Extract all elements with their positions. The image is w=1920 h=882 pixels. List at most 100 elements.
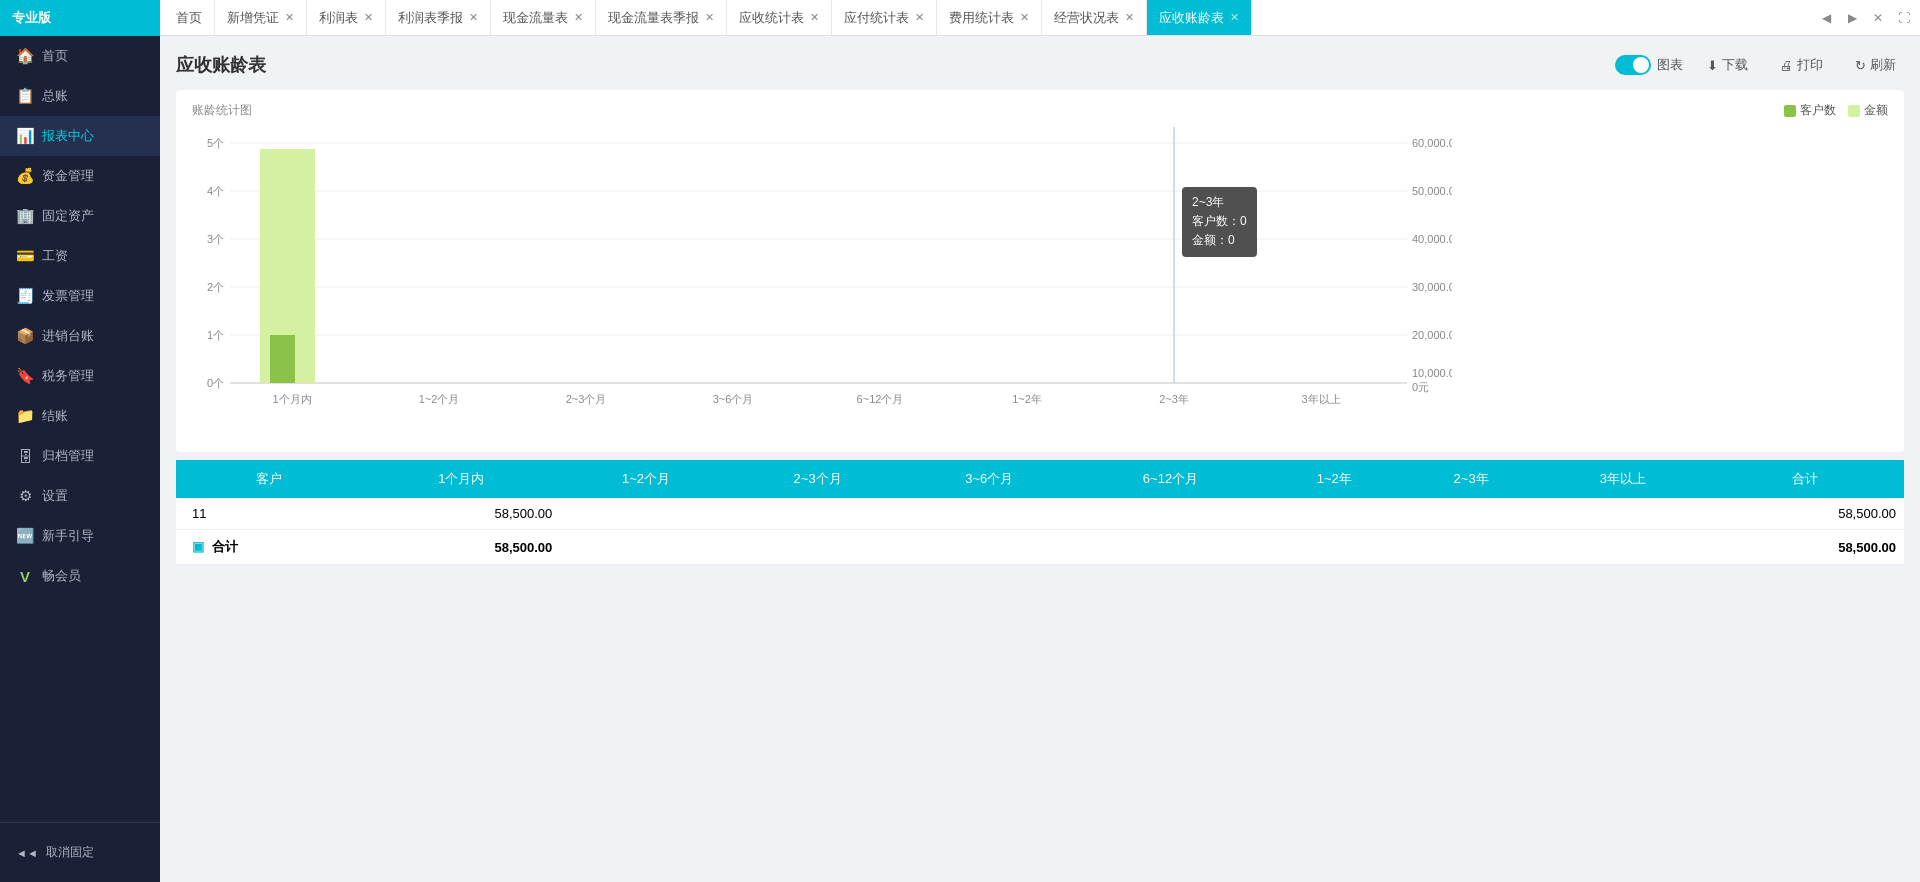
sidebar-item-closing[interactable]: 📁 结账 bbox=[0, 396, 160, 436]
tab-aging[interactable]: 应收账龄表 ✕ bbox=[1147, 0, 1252, 36]
tab-receivable-close[interactable]: ✕ bbox=[810, 11, 819, 24]
sidebar-item-fund[interactable]: 💰 资金管理 bbox=[0, 156, 160, 196]
row-total: 58,500.00 bbox=[1706, 498, 1904, 530]
page-content: 应收账龄表 图表 ⬇ 下载 🖨 打印 ↻ 刷新 bbox=[160, 36, 1920, 882]
print-label: 打印 bbox=[1797, 56, 1823, 74]
home-icon: 🏠 bbox=[16, 47, 34, 65]
print-button[interactable]: 🖨 打印 bbox=[1772, 52, 1831, 78]
sidebar-item-assets[interactable]: 🏢 固定资产 bbox=[0, 196, 160, 236]
tab-profit[interactable]: 利润表 ✕ bbox=[307, 0, 386, 36]
sidebar-item-member[interactable]: V 畅会员 bbox=[0, 556, 160, 596]
sidebar: 专业版 🏠 首页 📋 总账 📊 报表中心 💰 资金管理 🏢 固定资产 💳 工资 … bbox=[0, 0, 160, 882]
tab-prev-button[interactable]: ◀ bbox=[1814, 6, 1838, 30]
sidebar-label-archive: 归档管理 bbox=[42, 447, 94, 465]
col-customer: 客户 bbox=[176, 460, 362, 498]
sidebar-label-purchase: 进销台账 bbox=[42, 327, 94, 345]
refresh-button[interactable]: ↻ 刷新 bbox=[1847, 52, 1904, 78]
total-m612 bbox=[1075, 530, 1266, 565]
svg-text:4个: 4个 bbox=[207, 185, 224, 197]
member-icon: V bbox=[16, 568, 34, 585]
archive-icon: 🗄 bbox=[16, 448, 34, 465]
col-y12: 1~2年 bbox=[1266, 460, 1403, 498]
print-icon: 🖨 bbox=[1780, 58, 1793, 73]
tab-profitquarter-close[interactable]: ✕ bbox=[469, 11, 478, 24]
tab-profitquarter[interactable]: 利润表季报 ✕ bbox=[386, 0, 491, 36]
tab-newvoucher-label: 新增凭证 bbox=[227, 9, 279, 27]
guide-icon: 🆕 bbox=[16, 527, 34, 545]
tab-cashflowquarter-close[interactable]: ✕ bbox=[705, 11, 714, 24]
table-row: 11 58,500.00 58,500.00 bbox=[176, 498, 1904, 530]
sidebar-label-settings: 设置 bbox=[42, 487, 68, 505]
sidebar-item-invoice[interactable]: 🧾 发票管理 bbox=[0, 276, 160, 316]
row-y23 bbox=[1403, 498, 1540, 530]
tab-newvoucher-close[interactable]: ✕ bbox=[285, 11, 294, 24]
sidebar-item-guide[interactable]: 🆕 新手引导 bbox=[0, 516, 160, 556]
tab-receivable-label: 应收统计表 bbox=[739, 9, 804, 27]
tab-expense[interactable]: 费用统计表 ✕ bbox=[937, 0, 1042, 36]
sidebar-label-home: 首页 bbox=[42, 47, 68, 65]
total-label: ▣ 合计 bbox=[176, 530, 362, 565]
tab-cashflow-close[interactable]: ✕ bbox=[574, 11, 583, 24]
svg-text:1个月内: 1个月内 bbox=[272, 393, 311, 405]
data-table: 客户 1个月内 1~2个月 2~3个月 3~6个月 6~12个月 1~2年 2~… bbox=[176, 460, 1904, 565]
legend-customer: 客户数 bbox=[1784, 102, 1836, 119]
salary-icon: 💳 bbox=[16, 247, 34, 265]
tab-operation[interactable]: 经营状况表 ✕ bbox=[1042, 0, 1147, 36]
sidebar-item-salary[interactable]: 💳 工资 bbox=[0, 236, 160, 276]
legend-customer-label: 客户数 bbox=[1800, 102, 1836, 119]
tab-close-all-button[interactable]: ✕ bbox=[1866, 6, 1890, 30]
svg-text:5个: 5个 bbox=[207, 137, 224, 149]
svg-text:0个: 0个 bbox=[207, 377, 224, 389]
page-header: 应收账龄表 图表 ⬇ 下载 🖨 打印 ↻ 刷新 bbox=[176, 52, 1904, 78]
svg-text:1~2个月: 1~2个月 bbox=[419, 393, 460, 405]
table-total-row: ▣ 合计 58,500.00 58,500.00 bbox=[176, 530, 1904, 565]
tab-payable[interactable]: 应付统计表 ✕ bbox=[832, 0, 937, 36]
tab-maximize-button[interactable]: ⛶ bbox=[1892, 6, 1916, 30]
svg-text:1~2年: 1~2年 bbox=[1012, 393, 1042, 405]
tab-profit-close[interactable]: ✕ bbox=[364, 11, 373, 24]
sidebar-item-report[interactable]: 📊 报表中心 bbox=[0, 116, 160, 156]
sidebar-item-settings[interactable]: ⚙ 设置 bbox=[0, 476, 160, 516]
download-button[interactable]: ⬇ 下载 bbox=[1699, 52, 1756, 78]
bar-customer-0 bbox=[270, 335, 295, 383]
tab-payable-close[interactable]: ✕ bbox=[915, 11, 924, 24]
sidebar-label-salary: 工资 bbox=[42, 247, 68, 265]
tab-next-button[interactable]: ▶ bbox=[1840, 6, 1864, 30]
sidebar-item-archive[interactable]: 🗄 归档管理 bbox=[0, 436, 160, 476]
chart-toggle[interactable] bbox=[1615, 55, 1651, 75]
svg-text:20,000.00元: 20,000.00元 bbox=[1412, 329, 1452, 341]
tab-expense-close[interactable]: ✕ bbox=[1020, 11, 1029, 24]
chart-svg-wrap: 5个 4个 3个 2个 1个 0个 60,000.00元 50,000.00元 … bbox=[192, 127, 1888, 440]
sidebar-item-ledger[interactable]: 📋 总账 bbox=[0, 76, 160, 116]
tab-aging-close[interactable]: ✕ bbox=[1230, 11, 1239, 24]
sidebar-item-purchase[interactable]: 📦 进销台账 bbox=[0, 316, 160, 356]
svg-text:3年以上: 3年以上 bbox=[1301, 393, 1340, 405]
tab-cashflowquarter[interactable]: 现金流量表季报 ✕ bbox=[596, 0, 727, 36]
unpin-button[interactable]: ◄◄ 取消固定 bbox=[0, 833, 160, 872]
col-total: 合计 bbox=[1706, 460, 1904, 498]
total-m12 bbox=[560, 530, 732, 565]
tab-cashflow[interactable]: 现金流量表 ✕ bbox=[491, 0, 596, 36]
page-title: 应收账龄表 bbox=[176, 53, 266, 77]
sidebar-item-tax[interactable]: 🔖 税务管理 bbox=[0, 356, 160, 396]
total-m36 bbox=[903, 530, 1075, 565]
sidebar-item-home[interactable]: 🏠 首页 bbox=[0, 36, 160, 76]
sidebar-label-member: 畅会员 bbox=[42, 567, 81, 585]
tab-receivable[interactable]: 应收统计表 ✕ bbox=[727, 0, 832, 36]
col-m612: 6~12个月 bbox=[1075, 460, 1266, 498]
chart-toggle-wrap: 图表 bbox=[1615, 55, 1683, 75]
sidebar-label-report: 报表中心 bbox=[42, 127, 94, 145]
svg-text:1个: 1个 bbox=[207, 329, 224, 341]
tab-operation-close[interactable]: ✕ bbox=[1125, 11, 1134, 24]
tab-newvoucher[interactable]: 新增凭证 ✕ bbox=[215, 0, 307, 36]
download-label: 下载 bbox=[1722, 56, 1748, 74]
col-m12: 1~2个月 bbox=[560, 460, 732, 498]
tab-expense-label: 费用统计表 bbox=[949, 9, 1014, 27]
total-y23 bbox=[1403, 530, 1540, 565]
tab-home[interactable]: 首页 bbox=[164, 0, 215, 36]
svg-text:0元: 0元 bbox=[1412, 381, 1429, 393]
refresh-icon: ↻ bbox=[1855, 58, 1866, 73]
tab-profitquarter-label: 利润表季报 bbox=[398, 9, 463, 27]
legend-amount-label: 金额 bbox=[1864, 102, 1888, 119]
svg-text:6~12个月: 6~12个月 bbox=[857, 393, 904, 405]
